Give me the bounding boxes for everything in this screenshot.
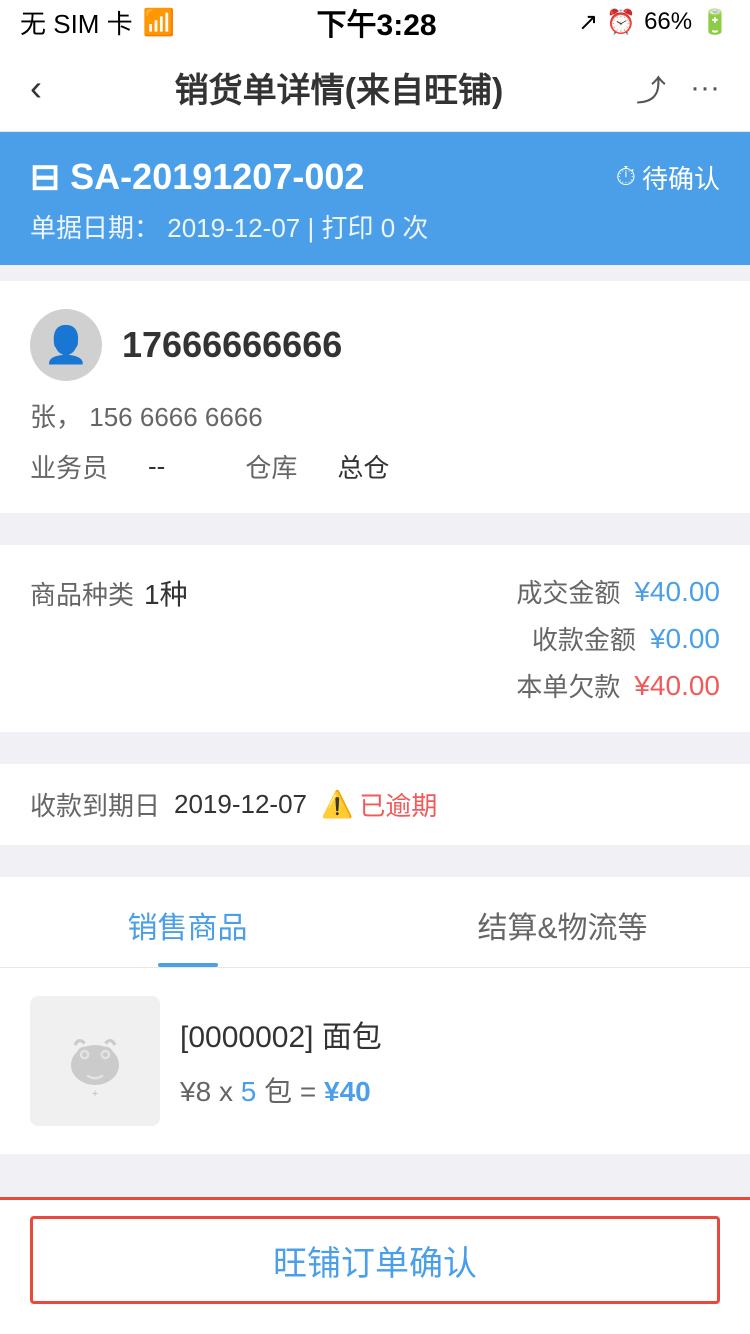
share-icon[interactable]: ⤴ xyxy=(636,66,666,110)
customer-name-text: 张， xyxy=(30,402,82,432)
amount-row-1: 成交金额 ¥40.00 xyxy=(516,573,720,610)
category-label: 商品种类 xyxy=(30,575,134,612)
back-button[interactable]: ‹ xyxy=(30,67,42,109)
due-label: 收款到期日 xyxy=(30,786,160,823)
status-left: 无 SIM 卡 📶 xyxy=(20,4,175,41)
status-right: ↗ ⏰ 66% 🔋 xyxy=(578,8,730,37)
product-thumb-icon: + xyxy=(55,1021,135,1101)
unit-label: 包 xyxy=(264,1076,292,1107)
location-icon: ↗ xyxy=(578,8,598,37)
order-id: ⊟ SA-20191207-002 xyxy=(30,156,364,198)
multiply-symbol: x xyxy=(219,1076,233,1107)
confirm-order-button[interactable]: 旺铺订单确认 xyxy=(30,1216,720,1304)
price-unit: ¥8 xyxy=(180,1076,211,1107)
separator: | xyxy=(307,213,321,243)
staff-label: 业务员 xyxy=(30,448,108,485)
amount-label-3: 本单欠款 xyxy=(516,667,620,704)
print-unit: 次 xyxy=(402,213,428,243)
amount-value-2: ¥0.00 xyxy=(650,623,720,655)
alarm-icon: ⏰ xyxy=(606,8,636,37)
print-label: 打印 xyxy=(321,213,373,243)
product-name-text: 面包 xyxy=(322,1021,382,1054)
overdue-badge: ⚠️ 已逾期 xyxy=(321,786,437,823)
amount-value-3: ¥40.00 xyxy=(634,670,720,702)
product-list: + [0000002] 面包 ¥8 x 5 包 = ¥40 xyxy=(0,968,750,1154)
total-amount: ¥40 xyxy=(324,1076,371,1107)
order-status-text: 待确认 xyxy=(642,159,720,196)
warehouse-label: 仓库 xyxy=(245,448,297,485)
staff-value: -- xyxy=(148,451,165,482)
wifi-icon: 📶 xyxy=(143,7,175,38)
print-count: 0 xyxy=(381,213,395,243)
battery-icon: 🔋 xyxy=(700,8,730,37)
product-price: ¥8 x 5 包 = ¥40 xyxy=(180,1070,720,1110)
product-thumbnail: + xyxy=(30,996,160,1126)
amount-row-3: 本单欠款 ¥40.00 xyxy=(516,667,720,704)
divider-2 xyxy=(0,529,750,545)
order-id-text: SA-20191207-002 xyxy=(70,156,364,198)
tab-settlement[interactable]: 结算&物流等 xyxy=(375,877,750,967)
header-top: ⊟ SA-20191207-002 ⏱ 待确认 xyxy=(30,156,720,198)
product-code: [0000002] xyxy=(180,1021,313,1054)
order-id-icon: ⊟ xyxy=(30,156,60,198)
product-info: [0000002] 面包 ¥8 x 5 包 = ¥40 xyxy=(180,1012,720,1110)
overdue-text: 已逾期 xyxy=(359,786,437,823)
amount-label-2: 收款金额 xyxy=(532,620,636,657)
customer-alt-phone: 156 6666 6666 xyxy=(89,402,263,432)
nav-actions: ⤴ ··· xyxy=(636,66,720,110)
more-icon[interactable]: ··· xyxy=(690,71,720,105)
order-meta: 单据日期： 2019-12-07 | 打印 0 次 xyxy=(30,208,720,245)
amount-value-1: ¥40.00 xyxy=(634,576,720,608)
divider-4 xyxy=(0,861,750,877)
summary-right: 成交金额 ¥40.00 收款金额 ¥0.00 本单欠款 ¥40.00 xyxy=(516,573,720,704)
product-name: [0000002] 面包 xyxy=(180,1012,720,1056)
equals-symbol: = xyxy=(300,1076,316,1107)
avatar: 👤 xyxy=(30,309,102,381)
bottom-bar: 旺铺订单确认 xyxy=(0,1197,750,1334)
status-bar: 无 SIM 卡 📶 下午3:28 ↗ ⏰ 66% 🔋 xyxy=(0,0,750,44)
customer-row: 业务员 -- 仓库 总仓 xyxy=(30,448,720,485)
page-title: 销货单详情(来自旺铺) xyxy=(175,63,504,112)
warning-icon: ⚠️ xyxy=(321,789,353,820)
amount-row-2: 收款金额 ¥0.00 xyxy=(532,620,720,657)
status-clock-icon: ⏱ xyxy=(616,161,636,193)
category-row: 商品种类 1种 xyxy=(30,573,188,613)
amount-label-1: 成交金额 xyxy=(516,573,620,610)
due-card: 收款到期日 2019-12-07 ⚠️ 已逾期 xyxy=(0,764,750,845)
order-date: 2019-12-07 xyxy=(167,213,300,243)
tabs-bar: 销售商品 结算&物流等 xyxy=(0,877,750,968)
tab-sales-product[interactable]: 销售商品 xyxy=(0,877,375,967)
battery-label: 66% xyxy=(644,8,692,36)
summary-card: 商品种类 1种 成交金额 ¥40.00 收款金额 ¥0.00 本单欠款 ¥40.… xyxy=(0,545,750,732)
due-date: 2019-12-07 xyxy=(174,789,307,820)
warehouse-value: 总仓 xyxy=(337,448,389,485)
tab-label-1: 销售商品 xyxy=(128,912,248,945)
order-header-card: ⊟ SA-20191207-002 ⏱ 待确认 单据日期： 2019-12-07… xyxy=(0,132,750,265)
customer-top: 👤 17666666666 xyxy=(30,309,720,381)
order-status-badge: ⏱ 待确认 xyxy=(616,159,720,196)
summary-left: 商品种类 1种 xyxy=(30,573,188,613)
customer-name: 17666666666 xyxy=(122,324,342,366)
quantity-value: 5 xyxy=(241,1076,257,1107)
divider-3 xyxy=(0,748,750,764)
category-value: 1种 xyxy=(144,573,188,613)
time-label: 下午3:28 xyxy=(317,0,437,44)
product-item: + [0000002] 面包 ¥8 x 5 包 = ¥40 xyxy=(0,968,750,1154)
nav-bar: ‹ 销货单详情(来自旺铺) ⤴ ··· xyxy=(0,44,750,132)
date-label: 单据日期： xyxy=(30,213,160,243)
divider-1 xyxy=(0,265,750,281)
customer-detail: 张， 156 6666 6666 xyxy=(30,397,720,434)
carrier-label: 无 SIM 卡 xyxy=(20,4,133,41)
svg-text:+: + xyxy=(92,1088,99,1100)
avatar-icon: 👤 xyxy=(44,324,89,366)
customer-card: 👤 17666666666 张， 156 6666 6666 业务员 -- 仓库… xyxy=(0,281,750,513)
tab-label-2: 结算&物流等 xyxy=(477,912,647,945)
